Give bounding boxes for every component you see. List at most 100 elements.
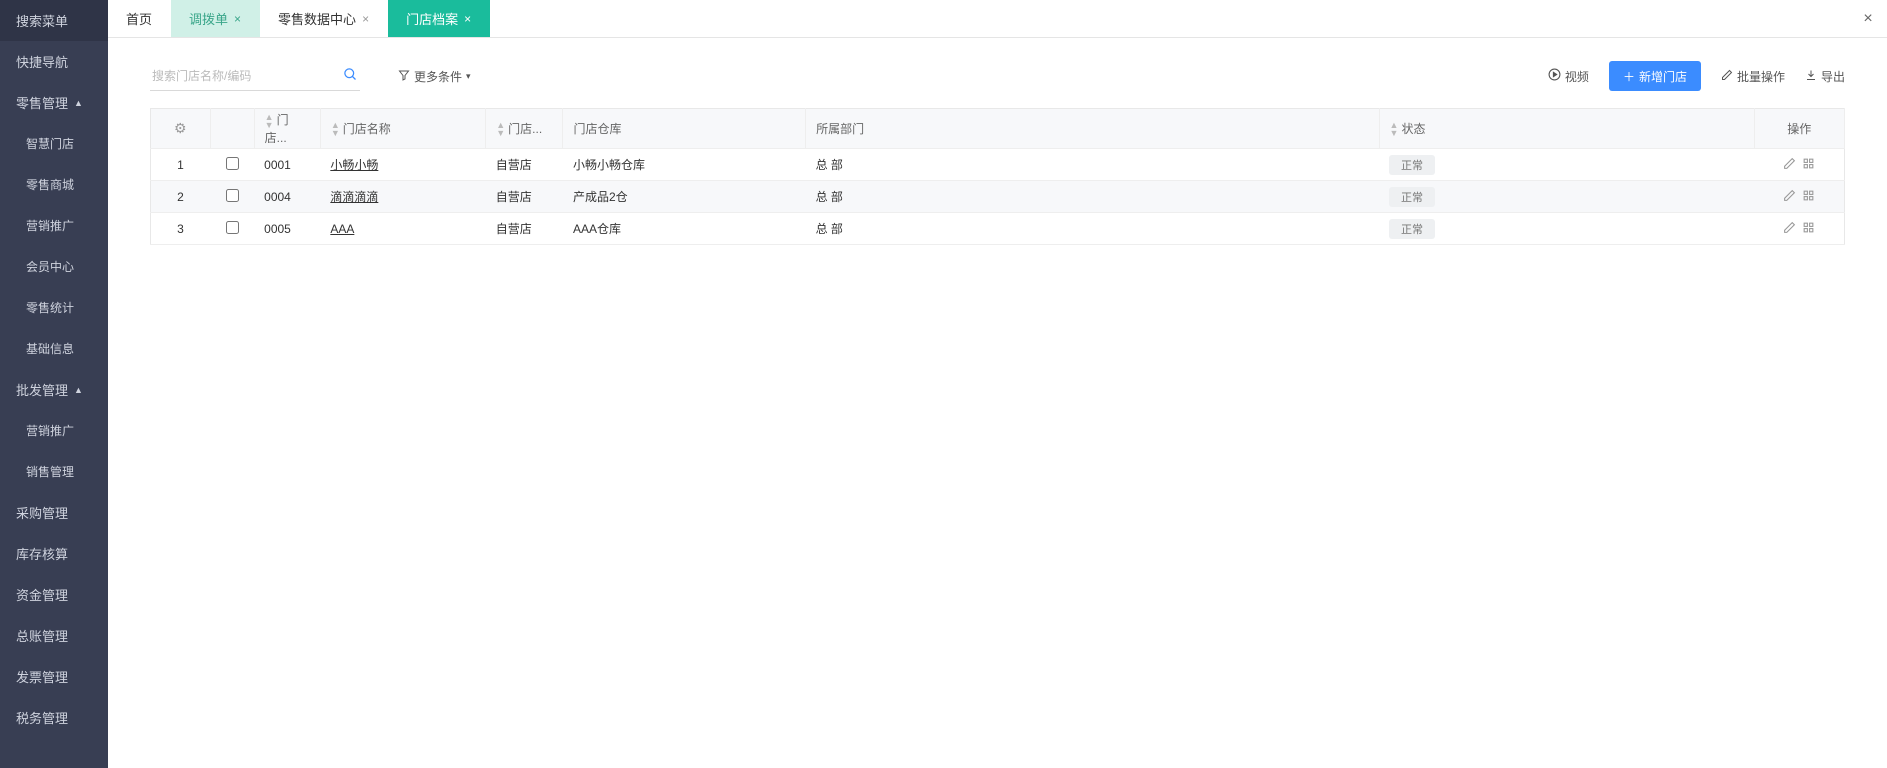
sidebar-sub-member[interactable]: 会员中心 (0, 246, 108, 287)
chevron-up-icon: ▲ (74, 385, 83, 395)
status-badge: 正常 (1389, 155, 1435, 175)
sidebar-item-inventory[interactable]: 库存核算 (0, 533, 108, 574)
row-checkbox[interactable] (226, 189, 239, 202)
sidebar-item-invoice[interactable]: 发票管理 (0, 656, 108, 697)
row-checkbox[interactable] (226, 221, 239, 234)
tab-storearchive[interactable]: 门店档案× (388, 0, 490, 37)
sidebar-sub-retailstats[interactable]: 零售统计 (0, 287, 108, 328)
search-wrap (150, 61, 360, 91)
status-badge: 正常 (1389, 219, 1435, 239)
more-row-icon[interactable] (1802, 222, 1815, 237)
cell-idx: 2 (151, 181, 211, 213)
gear-icon: ⚙ (174, 120, 187, 136)
cell-name: 滴滴滴滴 (320, 181, 485, 213)
cell-status: 正常 (1379, 149, 1754, 181)
th-dept[interactable]: 所属部门 (806, 109, 1379, 149)
cell-store: 小畅小畅仓库 (563, 149, 806, 181)
th-gear[interactable]: ⚙ (151, 109, 211, 149)
cell-dept: 总 部 (806, 181, 1379, 213)
th-type[interactable]: ▲▼门店... (486, 109, 563, 149)
content: 更多条件 ▾ 视频 ＋ 新增门店 (108, 38, 1887, 768)
cell-code: 0004 (254, 181, 320, 213)
cell-dept: 总 部 (806, 213, 1379, 245)
cell-dept: 总 部 (806, 149, 1379, 181)
close-icon[interactable]: × (464, 12, 471, 26)
sidebar-item-ledger[interactable]: 总账管理 (0, 615, 108, 656)
tabs: 首页 调拨单× 零售数据中心× 门店档案× × (108, 0, 1887, 38)
th-op: 操作 (1754, 109, 1844, 149)
filter-button[interactable]: 更多条件 ▾ (398, 68, 471, 85)
tab-retaildata[interactable]: 零售数据中心× (260, 0, 388, 37)
sidebar-sub-smartstore[interactable]: 智慧门店 (0, 123, 108, 164)
more-row-icon[interactable] (1802, 190, 1815, 205)
batch-button[interactable]: 批量操作 (1721, 68, 1785, 85)
add-store-button[interactable]: ＋ 新增门店 (1609, 61, 1701, 91)
sidebar-sub-marketing2[interactable]: 营销推广 (0, 410, 108, 451)
tab-home[interactable]: 首页 (108, 0, 171, 37)
sort-icon: ▲▼ (496, 121, 505, 137)
cell-code: 0001 (254, 149, 320, 181)
cell-name: 小畅小畅 (320, 149, 485, 181)
status-badge: 正常 (1389, 187, 1435, 207)
th-code[interactable]: ▲▼门店... (254, 109, 320, 149)
cell-type: 自营店 (486, 149, 563, 181)
sidebar: 搜索菜单 快捷导航 零售管理▲ 智慧门店 零售商城 营销推广 会员中心 零售统计… (0, 0, 108, 768)
cell-op (1754, 149, 1844, 181)
sidebar-item-purchase[interactable]: 采购管理 (0, 492, 108, 533)
sidebar-sub-sales[interactable]: 销售管理 (0, 451, 108, 492)
sort-icon: ▲▼ (1390, 121, 1399, 137)
edit-row-icon[interactable] (1783, 158, 1796, 173)
cell-code: 0005 (254, 213, 320, 245)
th-checkbox (210, 109, 254, 149)
plus-icon: ＋ (1623, 68, 1635, 85)
th-status[interactable]: ▲▼状态 (1379, 109, 1754, 149)
cell-op (1754, 181, 1844, 213)
sidebar-item-search-menu[interactable]: 搜索菜单 (0, 0, 108, 41)
tabs-close-all[interactable]: × (1849, 0, 1887, 38)
store-name-link[interactable]: 小畅小畅 (330, 158, 378, 172)
sidebar-item-wholesale[interactable]: 批发管理▲ (0, 369, 108, 410)
sidebar-sub-marketing[interactable]: 营销推广 (0, 205, 108, 246)
cell-type: 自营店 (486, 181, 563, 213)
play-icon (1548, 68, 1561, 84)
cell-status: 正常 (1379, 181, 1754, 213)
sidebar-item-tax[interactable]: 税务管理 (0, 697, 108, 738)
table-row[interactable]: 20004滴滴滴滴自营店产成品2仓总 部正常 (151, 181, 1845, 213)
row-checkbox[interactable] (226, 157, 239, 170)
more-row-icon[interactable] (1802, 158, 1815, 173)
cell-status: 正常 (1379, 213, 1754, 245)
chevron-down-icon: ▾ (466, 71, 471, 82)
cell-idx: 1 (151, 149, 211, 181)
search-input[interactable] (150, 61, 360, 91)
sidebar-item-quicknav[interactable]: 快捷导航 (0, 41, 108, 82)
chevron-up-icon: ▲ (74, 98, 83, 108)
sidebar-sub-basicinfo[interactable]: 基础信息 (0, 328, 108, 369)
cell-idx: 3 (151, 213, 211, 245)
edit-row-icon[interactable] (1783, 190, 1796, 205)
sidebar-sub-retailmall[interactable]: 零售商城 (0, 164, 108, 205)
search-icon[interactable] (343, 67, 358, 85)
cell-name: AAA (320, 213, 485, 245)
th-store[interactable]: 门店仓库 (563, 109, 806, 149)
table-row[interactable]: 1 0001 小畅小畅 自营店小畅小畅仓库总 部正常 (151, 149, 1845, 181)
store-name-link[interactable]: 滴滴滴滴 (330, 190, 378, 204)
sidebar-item-funds[interactable]: 资金管理 (0, 574, 108, 615)
th-name[interactable]: ▲▼门店名称 (320, 109, 485, 149)
store-table: ⚙ ▲▼门店... ▲▼门店名称 ▲▼门店... 门店仓库 所属部门 ▲▼状态 … (150, 108, 1845, 245)
sidebar-item-retail[interactable]: 零售管理▲ (0, 82, 108, 123)
tab-transfer[interactable]: 调拨单× (171, 0, 260, 37)
store-name-link[interactable]: AAA (330, 222, 354, 236)
close-icon[interactable]: × (362, 12, 369, 26)
cell-checkbox (210, 213, 254, 245)
sort-icon: ▲▼ (331, 121, 340, 137)
toolbar: 更多条件 ▾ 视频 ＋ 新增门店 (150, 58, 1845, 94)
close-icon[interactable]: × (234, 12, 241, 26)
cell-checkbox (210, 181, 254, 213)
export-button[interactable]: 导出 (1805, 68, 1845, 85)
video-button[interactable]: 视频 (1548, 68, 1589, 85)
table-row[interactable]: 30005AAA自营店AAA仓库总 部正常 (151, 213, 1845, 245)
cell-store: AAA仓库 (563, 213, 806, 245)
cell-op (1754, 213, 1844, 245)
cell-checkbox (210, 149, 254, 181)
edit-row-icon[interactable] (1783, 222, 1796, 237)
